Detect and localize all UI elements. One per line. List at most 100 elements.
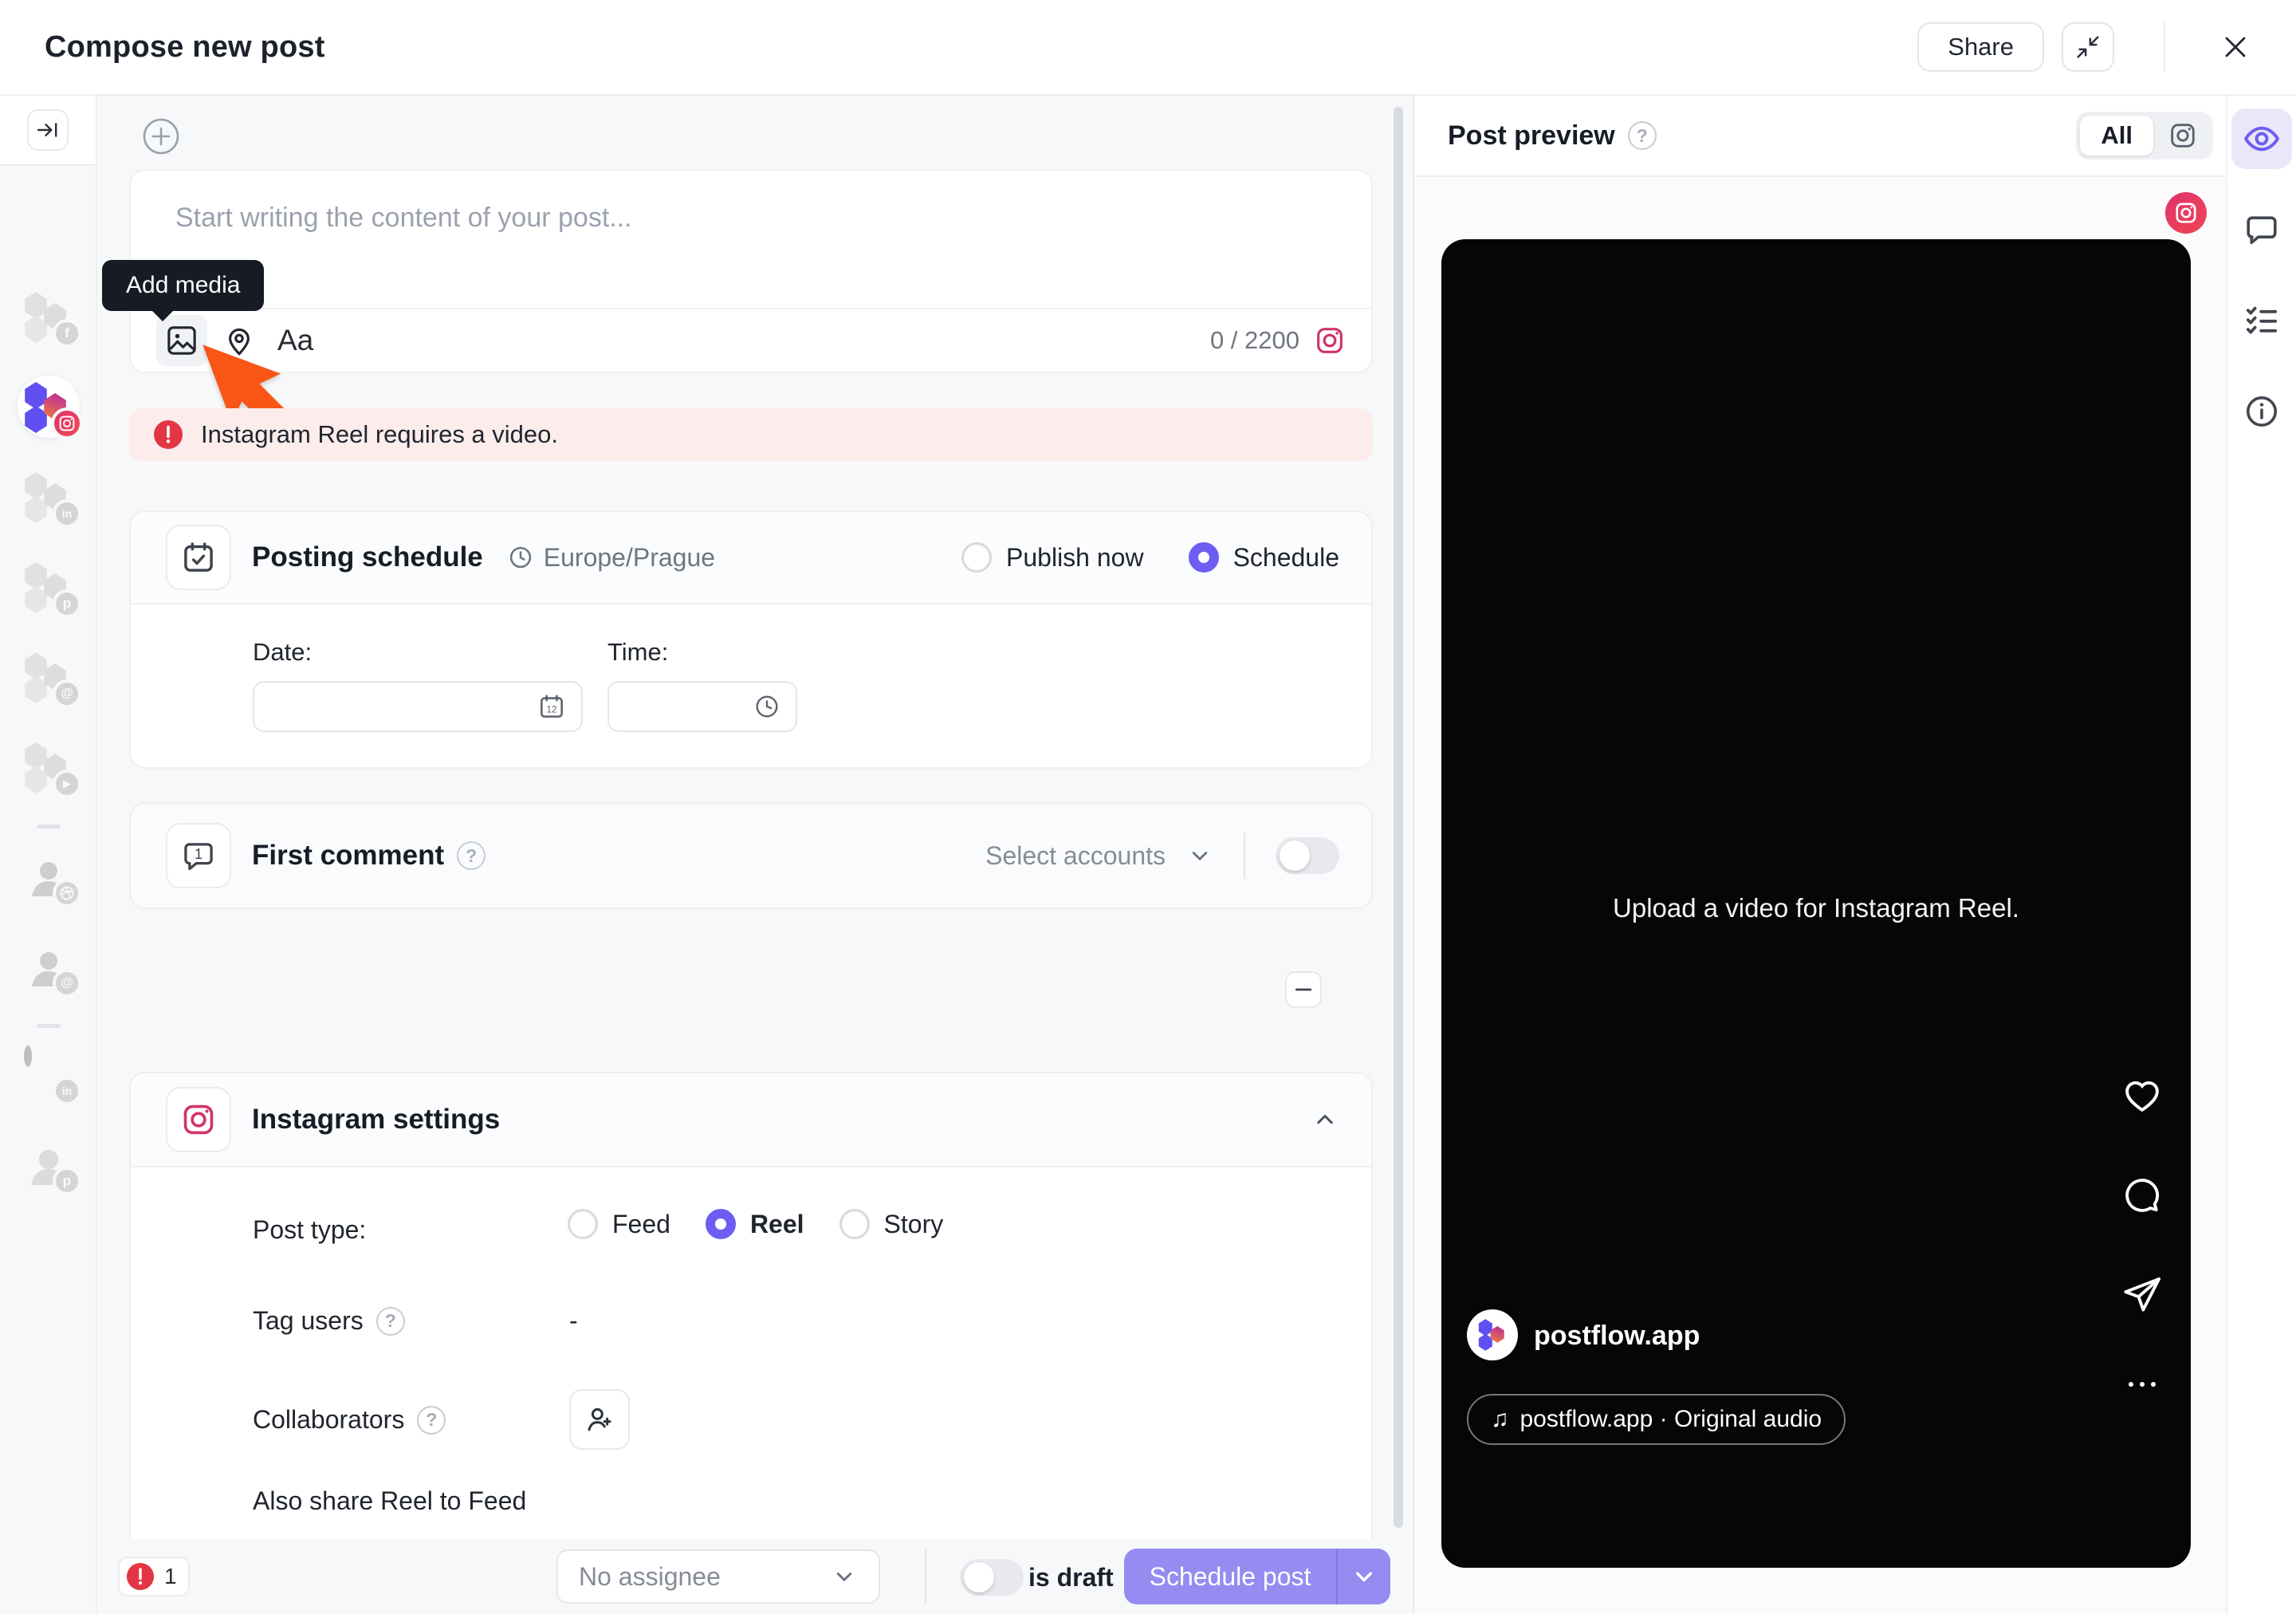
collapse-section-button[interactable]	[1311, 1105, 1339, 1134]
tab-all[interactable]: All	[2080, 116, 2153, 155]
comment-icon	[2121, 1174, 2164, 1217]
first-comment-accounts-select[interactable]: Select accounts	[985, 841, 1213, 871]
schedule-post-button[interactable]: Schedule post	[1124, 1549, 1390, 1604]
preview-network-switcher: All	[2076, 112, 2213, 159]
validation-error-banner: Instagram Reel requires a video.	[129, 408, 1373, 461]
reel-audio-label: postflow.app · Original audio	[1520, 1406, 1822, 1433]
text-format-button[interactable]: Aa	[277, 324, 313, 357]
clock-icon	[753, 692, 781, 721]
post-type-story-option[interactable]: Story	[839, 1209, 944, 1239]
accounts-sidebar: f in p @ ▶	[0, 96, 97, 1614]
radio-feed[interactable]	[568, 1209, 598, 1239]
is-draft-toggle[interactable]	[960, 1559, 1024, 1596]
tools-sidebar	[2226, 96, 2296, 1614]
like-heart-icon	[2121, 1073, 2164, 1116]
calendar-check-icon	[166, 525, 231, 590]
radio-schedule[interactable]	[1189, 542, 1219, 573]
first-comment-toggle[interactable]	[1276, 837, 1339, 874]
error-message: Instagram Reel requires a video.	[201, 420, 558, 449]
help-icon[interactable]: ?	[376, 1307, 405, 1336]
timezone-label: Europe/Prague	[544, 543, 715, 573]
issues-badge[interactable]: 1	[118, 1557, 190, 1596]
post-preview-panel: Post preview ? All Upload a video for In…	[1413, 96, 2226, 1614]
tool-checklist-button[interactable]	[2231, 290, 2292, 351]
issue-count: 1	[164, 1564, 177, 1589]
instagram-icon	[166, 1087, 231, 1152]
help-icon[interactable]: ?	[417, 1406, 446, 1435]
post-type-reel-option[interactable]: Reel	[706, 1209, 804, 1239]
is-draft-label: is draft	[1028, 1563, 1114, 1592]
help-icon[interactable]: ?	[457, 841, 486, 870]
facebook-icon: f	[53, 319, 81, 348]
section-title: Posting schedule	[252, 541, 483, 573]
header-divider	[2164, 22, 2165, 72]
reel-audio-pill: ♫ postflow.app · Original audio	[1467, 1394, 1846, 1445]
collapse-block-button[interactable]	[1285, 971, 1322, 1008]
chevron-up-icon	[1311, 1105, 1339, 1134]
post-content-input[interactable]: Start writing the content of your post..…	[175, 203, 632, 234]
editor-toolbar: Aa 0 / 2200	[131, 308, 1371, 372]
account-avatar-linkedin-personal[interactable]: in	[24, 1049, 73, 1099]
assignee-select[interactable]: No assignee	[556, 1549, 880, 1604]
account-avatar-linkedin[interactable]: in	[24, 472, 73, 522]
schedule-option[interactable]: Schedule	[1189, 542, 1339, 573]
account-avatar-threads[interactable]: @	[24, 652, 73, 702]
share-button[interactable]: Share	[1917, 22, 2044, 72]
comment-bubble-icon	[2243, 211, 2281, 249]
date-label: Date:	[253, 638, 312, 667]
tab-instagram[interactable]	[2156, 116, 2209, 155]
account-avatar-pinterest-personal[interactable]: p	[24, 1140, 73, 1189]
post-type-label: Post type:	[253, 1215, 366, 1245]
add-location-button[interactable]	[214, 315, 265, 366]
info-icon	[2243, 392, 2281, 431]
person-plus-icon	[583, 1403, 616, 1436]
share-reel-label: Also share Reel to Feed	[253, 1486, 526, 1516]
add-collaborator-button[interactable]	[569, 1389, 630, 1450]
character-counter: 0 / 2200	[1210, 326, 1299, 355]
scrollbar[interactable]	[1394, 107, 1403, 1528]
music-note-icon: ♫	[1491, 1406, 1509, 1433]
first-comment-card: 1 First comment ? Select accounts	[129, 802, 1373, 909]
preview-title: Post preview	[1448, 120, 1615, 152]
threads-icon: @	[53, 969, 81, 998]
account-avatar-pinterest[interactable]: p	[24, 562, 73, 612]
account-avatar-youtube[interactable]: ▶	[24, 742, 73, 792]
minimize-button[interactable]	[2062, 22, 2114, 72]
account-avatar-threads-personal[interactable]: @	[24, 942, 73, 991]
radio-story[interactable]	[839, 1209, 870, 1239]
eye-icon	[2242, 119, 2282, 159]
svg-text:12: 12	[546, 704, 556, 714]
instagram-icon	[2165, 192, 2207, 234]
instagram-settings-card: Instagram settings Post type: Feed Reel …	[129, 1072, 1373, 1541]
accounts-divider	[37, 825, 61, 829]
section-title: Instagram settings	[252, 1104, 500, 1136]
help-icon[interactable]: ?	[1628, 121, 1657, 150]
radio-reel[interactable]	[706, 1209, 736, 1239]
image-icon	[164, 323, 199, 358]
time-input[interactable]	[607, 681, 797, 732]
account-avatar-dribbble[interactable]	[24, 852, 73, 901]
date-input[interactable]: 12	[253, 681, 583, 732]
expand-sidebar-button[interactable]	[27, 109, 69, 151]
tool-preview-button[interactable]	[2231, 108, 2292, 169]
svg-text:1: 1	[195, 846, 202, 862]
add-media-tooltip: Add media	[102, 260, 264, 311]
collaborators-label: Collaborators ?	[253, 1405, 446, 1435]
add-post-block-button[interactable]	[142, 116, 182, 156]
minus-icon	[1292, 978, 1315, 1002]
comment-one-icon: 1	[166, 823, 231, 888]
schedule-options-dropdown[interactable]	[1338, 1562, 1390, 1591]
tool-info-button[interactable]	[2231, 381, 2292, 442]
postflow-logo	[1478, 1319, 1507, 1351]
close-button[interactable]	[2210, 22, 2261, 73]
tool-comments-button[interactable]	[2231, 199, 2292, 260]
publish-now-option[interactable]: Publish now	[961, 542, 1144, 573]
add-media-button[interactable]	[156, 315, 207, 366]
more-options-icon	[2125, 1375, 2160, 1394]
post-type-feed-option[interactable]: Feed	[568, 1209, 670, 1239]
radio-publish-now[interactable]	[961, 542, 992, 573]
accounts-divider	[37, 1024, 61, 1028]
account-avatar-instagram-active[interactable]	[24, 382, 73, 431]
posting-schedule-card: Posting schedule Europe/Prague Publish n…	[129, 510, 1373, 769]
account-avatar-facebook[interactable]: f	[24, 292, 73, 341]
